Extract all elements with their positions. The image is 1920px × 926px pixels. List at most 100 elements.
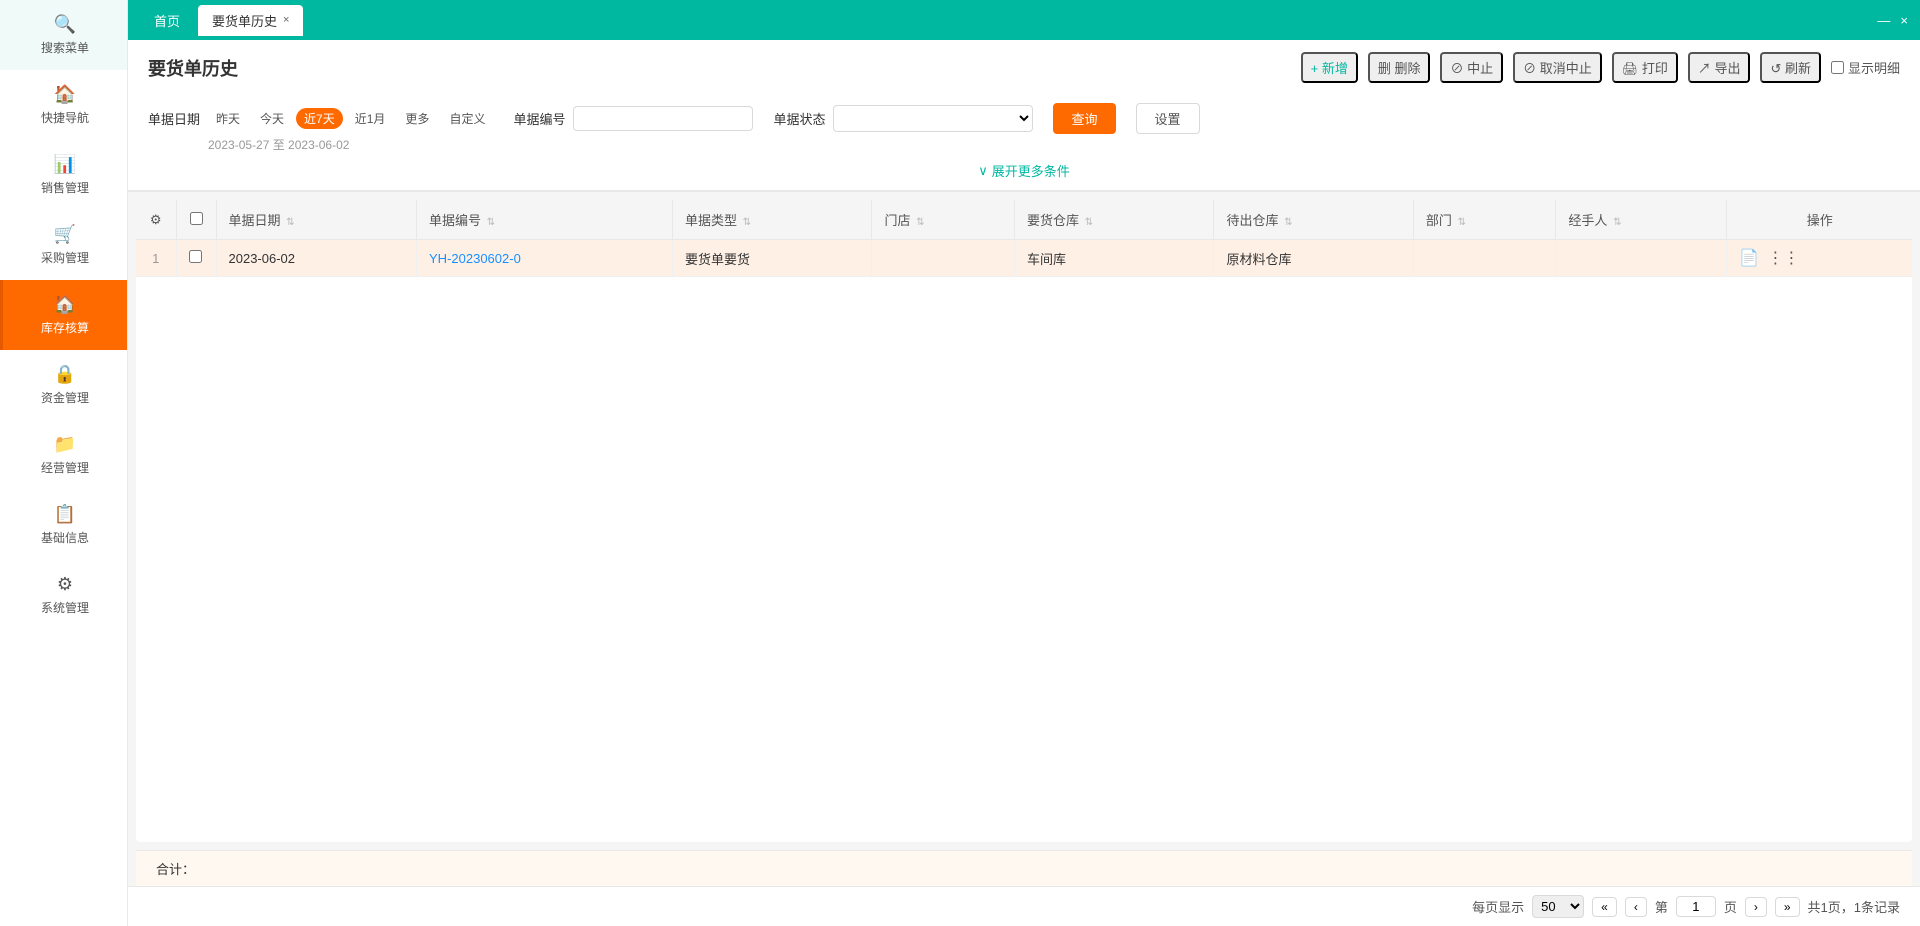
sidebar-item-purchase[interactable]: 🛒 采购管理: [0, 210, 127, 280]
cancel-stop-button[interactable]: ⊘ 取消中止: [1513, 52, 1602, 83]
sidebar-item-operations[interactable]: 📁 经营管理: [0, 420, 127, 490]
sort-icon: ⇅: [1085, 217, 1093, 228]
edit-icon[interactable]: 📄: [1739, 248, 1759, 268]
new-button[interactable]: + 新增: [1301, 52, 1358, 83]
tab-home[interactable]: 首页: [140, 5, 194, 36]
sidebar-item-label: 资金管理: [41, 389, 89, 406]
row-req-warehouse: 车间库: [1014, 240, 1213, 277]
shortcut-last-month[interactable]: 近1月: [347, 108, 394, 129]
search-icon: 🔍: [54, 14, 76, 35]
inventory-icon: 🏠: [54, 294, 76, 315]
page-label: 第: [1655, 897, 1668, 916]
row-store: [872, 240, 1015, 277]
display-detail-label: 显示明细: [1848, 58, 1900, 77]
display-detail-checkbox[interactable]: [1831, 61, 1844, 74]
select-all-checkbox[interactable]: [190, 212, 203, 225]
home-icon: 🏠: [54, 84, 76, 105]
col-checkbox: [176, 200, 216, 240]
sidebar-item-label: 搜索菜单: [41, 39, 89, 56]
chart-icon: 📊: [54, 154, 76, 175]
footer-total-label: 合计：: [156, 859, 195, 878]
last-page-btn[interactable]: »: [1775, 897, 1800, 917]
col-doc-type[interactable]: 单据类型 ⇅: [672, 200, 871, 240]
doc-status-select[interactable]: [833, 105, 1033, 132]
sidebar-item-finance[interactable]: 🔒 资金管理: [0, 350, 127, 420]
row-doc-date: 2023-06-02: [216, 240, 417, 277]
first-page-btn[interactable]: «: [1592, 897, 1617, 917]
sidebar: 🔍 搜索菜单 🏠 快捷导航 📊 销售管理 🛒 采购管理 🏠 库存核算 🔒 资金管…: [0, 0, 128, 926]
col-store[interactable]: 门店 ⇅: [872, 200, 1015, 240]
shortcut-custom[interactable]: 自定义: [441, 108, 493, 129]
sidebar-item-quick-nav[interactable]: 🏠 快捷导航: [0, 70, 127, 140]
sidebar-item-label: 采购管理: [41, 249, 89, 266]
folder-icon: 📁: [54, 434, 76, 455]
refresh-button[interactable]: ↺ 刷新: [1760, 52, 1821, 83]
table-header-row: ⚙ 单据日期 ⇅ 单据编号 ⇅: [136, 200, 1912, 240]
doc-number-link[interactable]: YH-20230602-0: [429, 251, 521, 266]
col-doc-number[interactable]: 单据编号 ⇅: [417, 200, 673, 240]
col-department[interactable]: 部门 ⇅: [1413, 200, 1556, 240]
settings-icon[interactable]: ⚙: [150, 212, 162, 227]
sidebar-item-basic-info[interactable]: 📋 基础信息: [0, 490, 127, 560]
display-detail-toggle[interactable]: 显示明细: [1831, 58, 1900, 77]
shortcut-last7days[interactable]: 近7天: [296, 108, 343, 129]
shortcut-more[interactable]: 更多: [397, 108, 437, 129]
cart-icon: 🛒: [54, 224, 76, 245]
table-row: 1 2023-06-02 YH-20230602-0 要货单要货 车间库 原材料…: [136, 240, 1912, 277]
col-actions: 操作: [1727, 200, 1912, 240]
setting-button[interactable]: 设置: [1136, 103, 1200, 134]
query-button[interactable]: 查询: [1053, 103, 1115, 134]
sidebar-item-system[interactable]: ⚙ 系统管理: [0, 560, 127, 630]
sidebar-item-search-menu[interactable]: 🔍 搜索菜单: [0, 0, 127, 70]
sidebar-item-label: 经营管理: [41, 459, 89, 476]
col-req-warehouse[interactable]: 要货仓库 ⇅: [1014, 200, 1213, 240]
col-doc-date[interactable]: 单据日期 ⇅: [216, 200, 417, 240]
sort-icon: ⇅: [286, 217, 294, 228]
topbar: 首页 要货单历史 × — ×: [128, 0, 1920, 40]
chevron-down-icon: ∨: [978, 163, 988, 179]
more-icon[interactable]: ⋮⋮: [1767, 248, 1799, 268]
sidebar-item-label: 库存核算: [41, 319, 89, 336]
doc-status-label: 单据状态: [773, 109, 825, 128]
pagination: 每页显示 50 20 100 « ‹ 第 页 › » 共1页，1条记录: [128, 886, 1920, 926]
tab-home-label: 首页: [154, 11, 180, 30]
page-number-input[interactable]: [1676, 896, 1716, 917]
page-suffix: 页: [1724, 897, 1737, 916]
content-area: 要货单历史 + 新增 删 删除 ⊘ 中止 ⊘ 取消中止 🖨 打印 ↗ 导出 ↺ …: [128, 40, 1920, 926]
prev-page-btn[interactable]: ‹: [1625, 897, 1647, 917]
date-range-display: 2023-05-27 至 2023-06-02: [208, 136, 1900, 153]
doc-number-input[interactable]: [573, 106, 753, 131]
sort-icon: ⇅: [743, 217, 751, 228]
delete-button[interactable]: 删 删除: [1368, 52, 1431, 83]
sort-icon: ⇅: [1458, 217, 1466, 228]
shortcut-yesterday[interactable]: 昨天: [208, 108, 248, 129]
close-btn[interactable]: ×: [1900, 13, 1908, 28]
col-settings[interactable]: ⚙: [136, 200, 176, 240]
expand-more-btn[interactable]: ∨ 展开更多条件: [148, 161, 1900, 180]
tab-requisition-history[interactable]: 要货单历史 ×: [198, 5, 303, 36]
sidebar-item-sales[interactable]: 📊 销售管理: [0, 140, 127, 210]
sort-icon: ⇅: [487, 217, 495, 228]
per-page-label: 每页显示: [1472, 897, 1524, 916]
date-filter-label: 单据日期: [148, 109, 200, 128]
row-doc-type: 要货单要货: [672, 240, 871, 277]
sidebar-item-inventory[interactable]: 🏠 库存核算: [0, 280, 127, 350]
tab-close-icon[interactable]: ×: [283, 14, 289, 26]
print-button[interactable]: 🖨 打印: [1612, 52, 1678, 83]
stop-button[interactable]: ⊘ 中止: [1440, 52, 1503, 83]
col-handler[interactable]: 经手人 ⇅: [1556, 200, 1727, 240]
col-pending-warehouse[interactable]: 待出仓库 ⇅: [1214, 200, 1413, 240]
sidebar-item-label: 基础信息: [41, 529, 89, 546]
tab-requisition-history-label: 要货单历史: [212, 11, 277, 30]
date-filter-group: 单据日期 昨天 今天 近7天 近1月 更多 自定义: [148, 108, 493, 129]
row-checkbox-cell: [176, 240, 216, 277]
toolbar: + 新增 删 删除 ⊘ 中止 ⊘ 取消中止 🖨 打印 ↗ 导出 ↺ 刷新 显示明…: [1301, 52, 1900, 83]
row-handler: [1556, 240, 1727, 277]
shortcut-today[interactable]: 今天: [252, 108, 292, 129]
next-page-btn[interactable]: ›: [1745, 897, 1767, 917]
per-page-select[interactable]: 50 20 100: [1532, 895, 1584, 918]
minimize-btn[interactable]: —: [1877, 13, 1890, 28]
row-checkbox[interactable]: [189, 250, 202, 263]
row-number: 1: [136, 240, 176, 277]
export-button[interactable]: ↗ 导出: [1688, 52, 1751, 83]
